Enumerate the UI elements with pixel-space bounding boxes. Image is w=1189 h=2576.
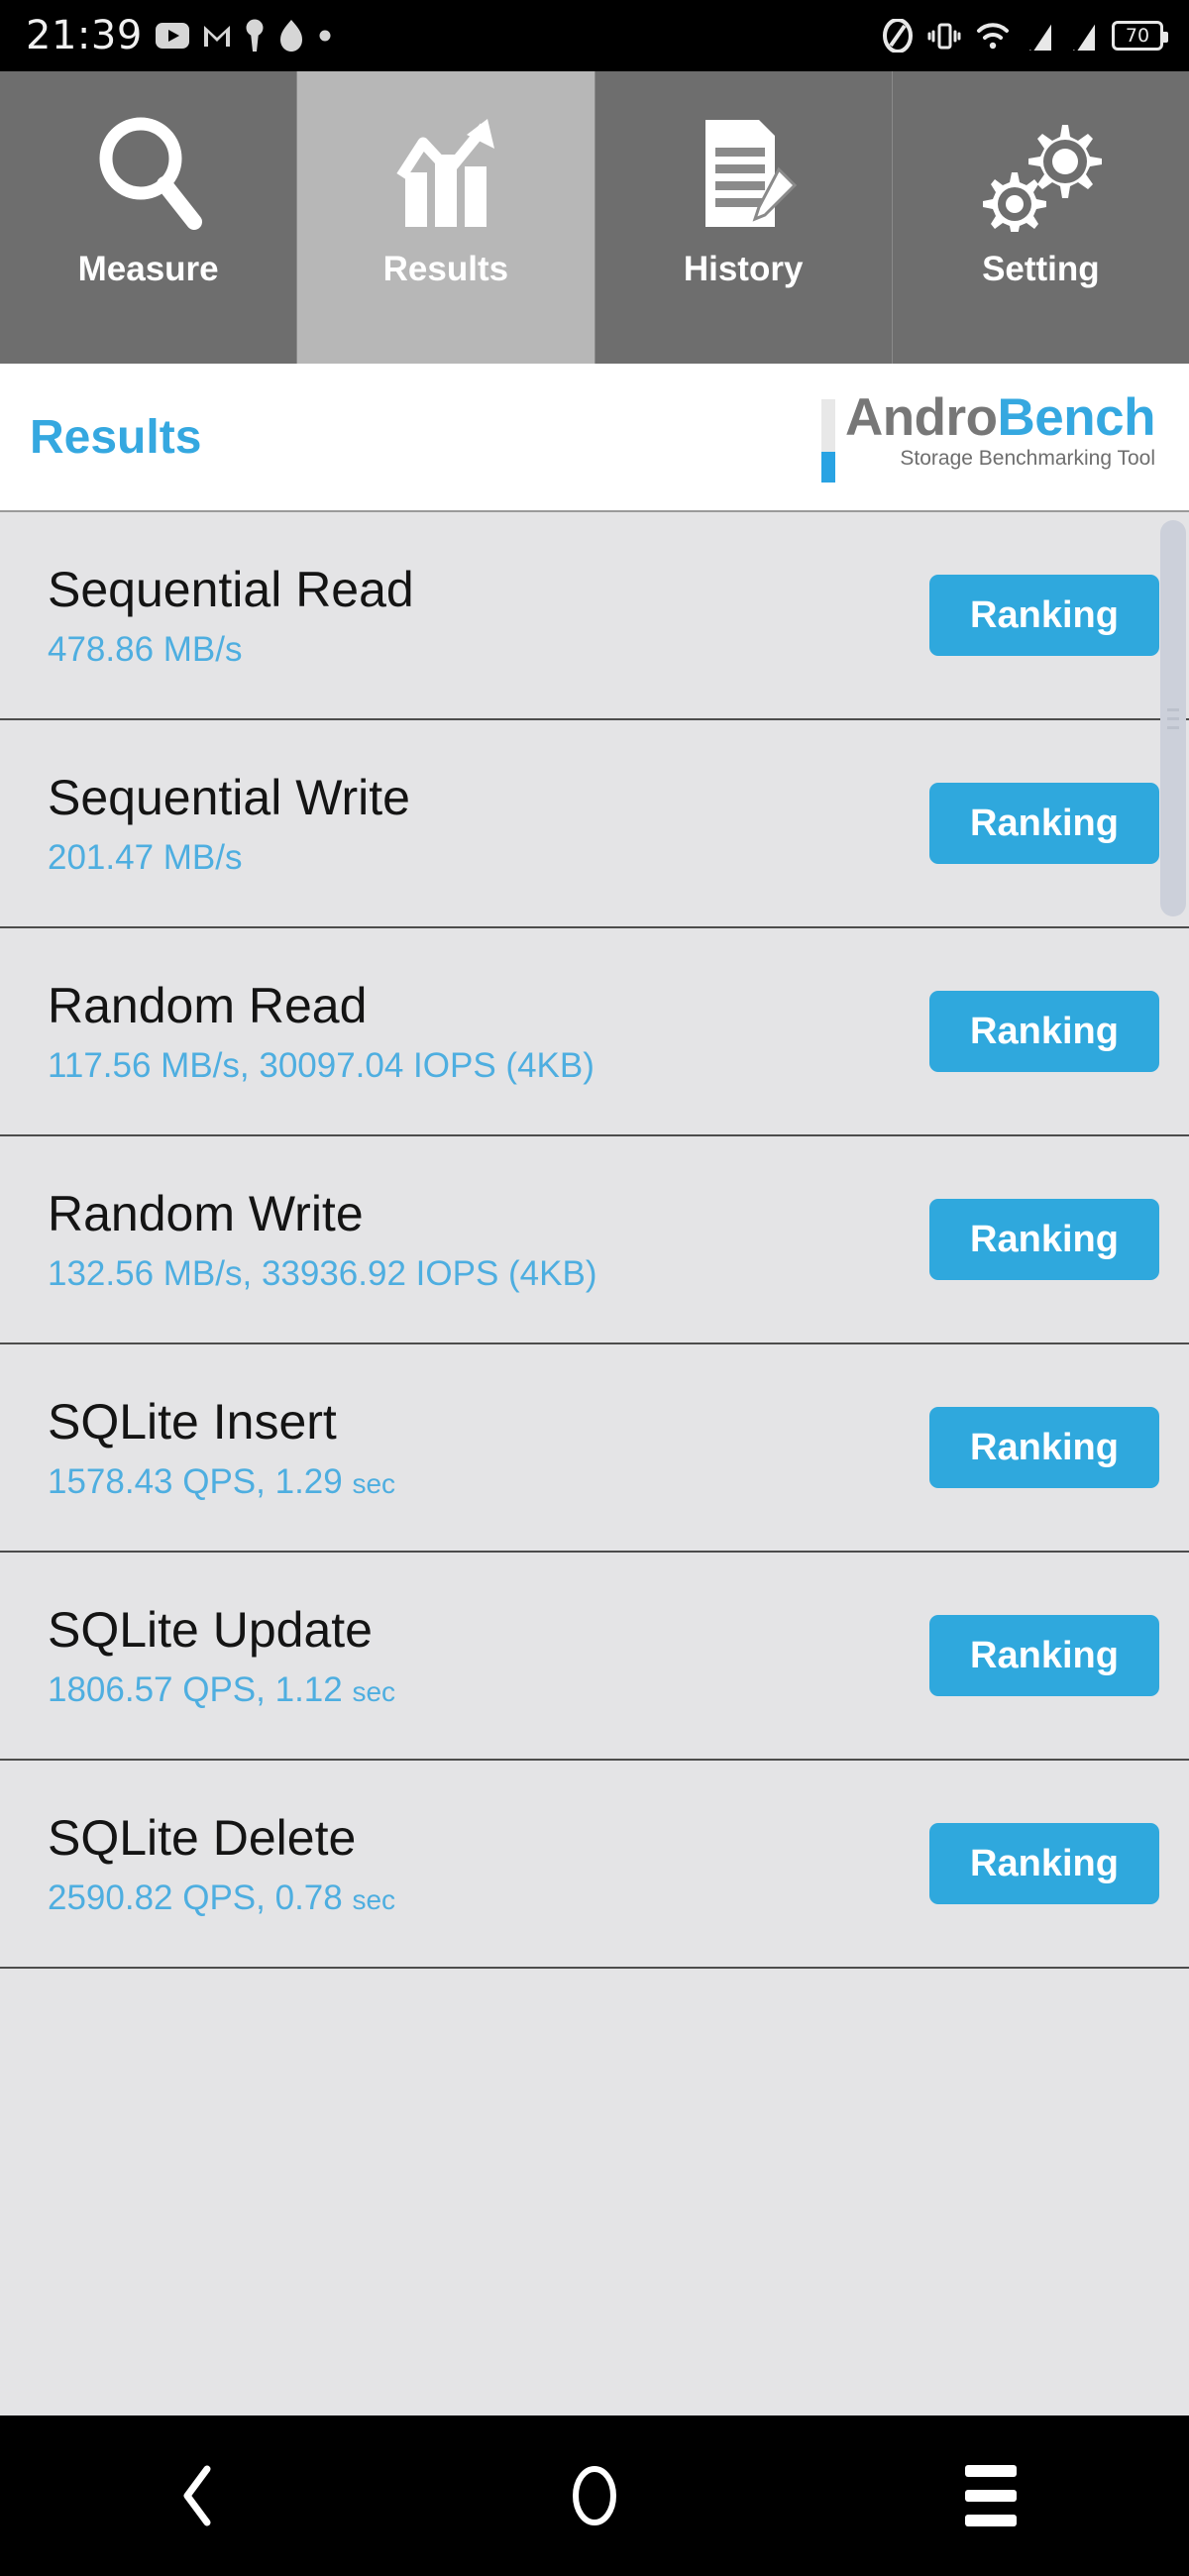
result-value-main: 1806.57 QPS, 1.12 (48, 1669, 353, 1709)
result-value: 1578.43 QPS, 1.29 sec (48, 1461, 396, 1501)
table-row[interactable]: Sequential Write 201.47 MB/s Ranking (0, 720, 1189, 928)
result-value-main: 478.86 MB/s (48, 629, 243, 669)
table-row[interactable]: SQLite Delete 2590.82 QPS, 0.78 sec Rank… (0, 1761, 1189, 1969)
signal-icon-1 (1029, 19, 1053, 53)
androbench-logo: AndroBench Storage Benchmarking Tool (820, 388, 1163, 483)
logo-wordmark: AndroBench (844, 388, 1156, 447)
scrollbar-grip-icon (1167, 707, 1179, 729)
result-value-main: 201.47 MB/s (48, 837, 243, 877)
ranking-button[interactable]: Ranking (929, 1199, 1159, 1280)
gmail-icon (203, 26, 230, 47)
vertical-scrollbar[interactable] (1160, 520, 1186, 916)
wifi-icon (977, 23, 1009, 50)
result-value: 2590.82 QPS, 0.78 sec (48, 1878, 396, 1917)
tab-history[interactable]: History (594, 71, 893, 364)
results-list: Sequential Read 478.86 MB/s Ranking Sequ… (0, 512, 1189, 1969)
row-texts: SQLite Insert 1578.43 QPS, 1.29 sec (48, 1395, 395, 1501)
row-texts: Random Read 117.56 MB/s, 30097.04 IOPS (… (48, 979, 594, 1085)
table-row[interactable]: SQLite Insert 1578.43 QPS, 1.29 sec Rank… (0, 1344, 1189, 1553)
tab-measure-label: Measure (77, 250, 219, 288)
back-chevron-icon (183, 2465, 211, 2526)
result-name: SQLite Update (48, 1601, 373, 1658)
table-row[interactable]: Sequential Read 478.86 MB/s Ranking (0, 512, 1189, 720)
main-tab-bar: Measure Results History Setting (0, 71, 1189, 364)
result-name: Random Write (48, 1185, 364, 1241)
logo-andro-text: Andro (844, 388, 998, 447)
tab-measure[interactable]: Measure (0, 71, 298, 364)
result-value: 132.56 MB/s, 33936.92 IOPS (4KB) (48, 1253, 597, 1293)
result-value-main: 117.56 MB/s, 30097.04 IOPS (4KB) (48, 1045, 594, 1085)
table-row[interactable]: Random Write 132.56 MB/s, 33936.92 IOPS … (0, 1136, 1189, 1344)
ranking-button[interactable]: Ranking (929, 1407, 1159, 1488)
status-bar-left: 21:39 (26, 13, 332, 58)
result-name: Random Read (48, 977, 368, 1033)
youtube-icon (155, 23, 189, 49)
ranking-button[interactable]: Ranking (929, 1823, 1159, 1904)
result-value: 478.86 MB/s (48, 629, 414, 669)
tab-setting-label: Setting (982, 250, 1100, 288)
table-row[interactable]: Random Read 117.56 MB/s, 30097.04 IOPS (… (0, 928, 1189, 1136)
system-navigation-bar (0, 2415, 1189, 2576)
result-name: Sequential Read (48, 561, 414, 617)
page-title: Results (30, 410, 202, 464)
tab-setting[interactable]: Setting (892, 71, 1189, 364)
row-texts: Sequential Write 201.47 MB/s (48, 771, 410, 877)
app-screen: 21:39 70 Measure Results History Setting… (0, 0, 1189, 2576)
table-row[interactable]: SQLite Update 1806.57 QPS, 1.12 sec Rank… (0, 1553, 1189, 1761)
logo-bench-text: Bench (997, 388, 1156, 447)
logo-subtitle: Storage Benchmarking Tool (900, 447, 1155, 471)
nav-back-button[interactable] (0, 2415, 396, 2576)
logo-text: AndroBench Storage Benchmarking Tool (844, 388, 1156, 471)
ranking-button[interactable]: Ranking (929, 991, 1159, 1072)
keyhole-icon (246, 19, 264, 52)
bar-chart-icon (387, 109, 504, 238)
recents-menu-icon (965, 2465, 1017, 2526)
status-bar-right: 70 (882, 19, 1168, 53)
status-bar: 21:39 70 (0, 0, 1189, 71)
flame-icon (279, 20, 302, 52)
result-name: SQLite Delete (48, 1809, 357, 1866)
ranking-button[interactable]: Ranking (929, 575, 1159, 656)
signal-icon-2 (1073, 19, 1097, 53)
tab-results-label: Results (382, 250, 509, 288)
tab-history-label: History (683, 250, 804, 288)
nav-recents-button[interactable] (793, 2415, 1189, 2576)
tab-results[interactable]: Results (297, 71, 595, 364)
row-texts: Random Write 132.56 MB/s, 33936.92 IOPS … (48, 1187, 596, 1293)
magnifier-icon (93, 109, 204, 238)
app-header: Results AndroBench Storage Benchmarking … (0, 364, 1189, 512)
document-pencil-icon (688, 109, 799, 238)
result-value-unit: sec (352, 1675, 396, 1707)
status-clock: 21:39 (26, 13, 143, 58)
result-value: 1806.57 QPS, 1.12 sec (48, 1669, 396, 1709)
home-circle-icon (573, 2466, 616, 2525)
nfc-icon (883, 19, 913, 53)
ranking-button[interactable]: Ranking (929, 1615, 1159, 1696)
battery-icon: 70 (1112, 21, 1168, 51)
vibrate-icon (927, 23, 961, 50)
row-texts: SQLite Delete 2590.82 QPS, 0.78 sec (48, 1811, 395, 1917)
dot-icon (319, 30, 331, 42)
row-texts: SQLite Update 1806.57 QPS, 1.12 sec (48, 1603, 395, 1709)
results-list-container[interactable]: Sequential Read 478.86 MB/s Ranking Sequ… (0, 512, 1189, 2415)
result-value-main: 132.56 MB/s, 33936.92 IOPS (4KB) (48, 1253, 597, 1293)
nav-home-button[interactable] (396, 2415, 793, 2576)
gears-icon (979, 109, 1103, 238)
result-name: SQLite Insert (48, 1393, 337, 1449)
result-name: Sequential Write (48, 769, 410, 825)
result-value: 201.47 MB/s (48, 837, 410, 877)
logo-bar-mark (820, 399, 835, 483)
result-value-main: 2590.82 QPS, 0.78 (48, 1878, 353, 1917)
result-value-unit: sec (352, 1883, 396, 1915)
result-value: 117.56 MB/s, 30097.04 IOPS (4KB) (48, 1045, 594, 1085)
ranking-button[interactable]: Ranking (929, 783, 1159, 864)
result-value-main: 1578.43 QPS, 1.29 (48, 1461, 353, 1501)
battery-level: 70 (1125, 24, 1150, 47)
row-texts: Sequential Read 478.86 MB/s (48, 563, 414, 669)
result-value-unit: sec (352, 1467, 396, 1499)
